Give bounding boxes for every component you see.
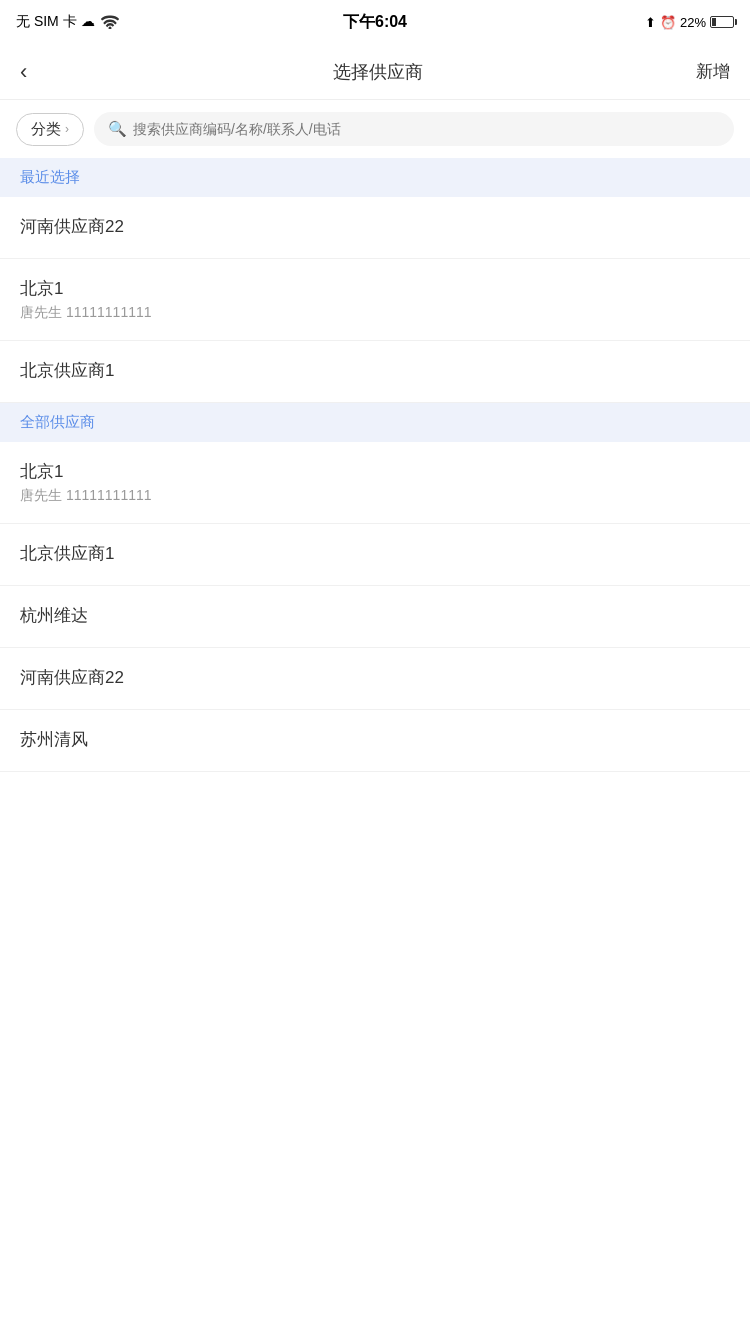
chevron-right-icon: ›	[65, 122, 69, 136]
supplier-name: 北京供应商1	[20, 359, 730, 382]
supplier-name: 北京供应商1	[20, 542, 730, 565]
alarm-icon: ⏰	[660, 15, 676, 30]
section-title-all: 全部供应商	[20, 413, 95, 430]
supplier-name: 苏州清风	[20, 728, 730, 751]
list-item[interactable]: 北京供应商1	[0, 341, 750, 403]
list-item[interactable]: 河南供应商22	[0, 197, 750, 259]
battery-icon	[710, 16, 734, 28]
section-title-recent: 最近选择	[20, 168, 80, 185]
wifi-icon	[101, 15, 119, 29]
supplier-name: 北京1	[20, 460, 730, 483]
nav-bar: ‹ 选择供应商 新增	[0, 44, 750, 100]
supplier-name: 杭州维达	[20, 604, 730, 627]
status-left: 无 SIM 卡 ☁	[16, 13, 119, 31]
list-item[interactable]: 苏州清风	[0, 710, 750, 772]
location-icon: ⬆	[645, 15, 656, 30]
status-time: 下午6:04	[343, 12, 407, 33]
search-input[interactable]	[133, 121, 720, 137]
list-item[interactable]: 北京供应商1	[0, 524, 750, 586]
supplier-name: 河南供应商22	[20, 215, 730, 238]
search-icon: 🔍	[108, 120, 127, 138]
list-item[interactable]: 杭州维达	[0, 586, 750, 648]
add-button[interactable]: 新增	[696, 60, 730, 83]
supplier-list: 最近选择河南供应商22 北京1 唐先生 11111111111 北京供应商1 全部供应商…	[0, 158, 750, 772]
category-label: 分类	[31, 120, 61, 139]
category-filter[interactable]: 分类 ›	[16, 113, 84, 146]
list-item[interactable]: 北京1 唐先生 11111111111	[0, 442, 750, 524]
supplier-contact: 唐先生 11111111111	[20, 304, 730, 322]
section-header-recent: 最近选择	[0, 158, 750, 197]
supplier-contact: 唐先生 11111111111	[20, 487, 730, 505]
page-title: 选择供应商	[333, 60, 423, 84]
battery-percent: 22%	[680, 15, 706, 30]
back-button[interactable]: ‹	[20, 59, 60, 85]
section-header-all: 全部供应商	[0, 403, 750, 442]
list-item[interactable]: 河南供应商22	[0, 648, 750, 710]
supplier-name: 北京1	[20, 277, 730, 300]
status-right: ⬆ ⏰ 22%	[645, 15, 734, 30]
status-bar: 无 SIM 卡 ☁ 下午6:04 ⬆ ⏰ 22%	[0, 0, 750, 44]
sim-label: 无 SIM 卡 ☁	[16, 13, 95, 31]
supplier-name: 河南供应商22	[20, 666, 730, 689]
search-box[interactable]: 🔍	[94, 112, 734, 146]
list-item[interactable]: 北京1 唐先生 11111111111	[0, 259, 750, 341]
filter-bar: 分类 › 🔍	[0, 100, 750, 158]
